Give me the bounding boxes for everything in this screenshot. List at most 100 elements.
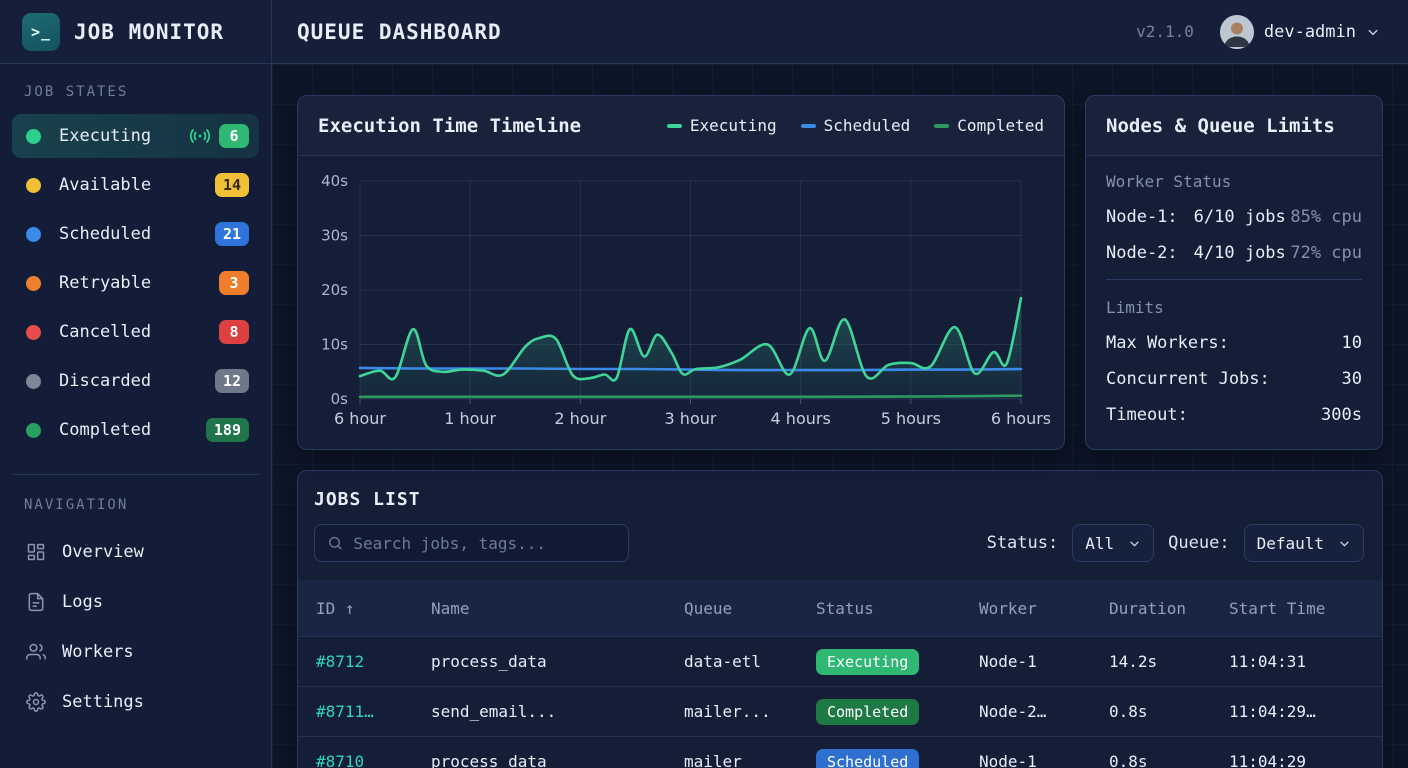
series-line-completed [358, 394, 1023, 399]
job-id-link[interactable]: #8712 [316, 652, 364, 671]
timeline-chart: 0s 10s 20s 30s 40s 6 hour 1 hour 2 hour 3 hour 4 … [321, 172, 1050, 428]
worker-status-list: Node-1: 6/10 jobs 85% cpu Node-2: 4/10 jobs 7… [1106, 207, 1362, 263]
svg-text:30s: 30s [321, 227, 348, 245]
state-count-badge: 12 [214, 369, 249, 393]
legend-color-dash [666, 123, 682, 128]
column-header-starttime[interactable]: Start Time [1229, 599, 1382, 618]
state-color-dot [26, 177, 41, 193]
table-cell: process_data [431, 752, 547, 768]
table-row[interactable]: #8711… send_email... mailer... Completed Nod… [298, 686, 1382, 736]
username-label: dev-admin [1263, 21, 1356, 42]
table-cell: 0.8s [1109, 702, 1148, 721]
navigation-list: Overview Logs Workers Settings [12, 527, 259, 727]
state-label: Executing [59, 126, 152, 146]
legend-color-dash [934, 123, 950, 128]
nav-item-label: Workers [62, 642, 134, 662]
queue-filter-value: Default [1256, 533, 1324, 553]
terminal-logo-icon: >_ [22, 12, 60, 51]
chevron-down-icon [1368, 29, 1378, 35]
limit-value: 300s [1321, 405, 1362, 425]
search-box [314, 524, 629, 562]
limit-label: Timeout: [1106, 405, 1188, 425]
search-input[interactable] [353, 533, 616, 553]
state-count-badge: 14 [214, 173, 249, 197]
job-states-list: Executing 6 Available 14 Scheduled 21 Retryabl… [12, 114, 259, 452]
jobs-list-title: JOBS LIST [314, 489, 421, 510]
chart-legend: Executing Scheduled Completed [666, 116, 1044, 135]
divider [1106, 279, 1362, 280]
gear-icon [26, 692, 46, 712]
jobs-list-card: JOBS LIST Status: All Queue: Default ID [297, 470, 1383, 768]
state-label: Cancelled [59, 322, 152, 342]
svg-text:6 hours: 6 hours [991, 409, 1050, 428]
sidebar-item-logs[interactable]: Logs [12, 577, 259, 627]
state-color-dot [26, 422, 41, 438]
legend-item-completed[interactable]: Completed [934, 116, 1044, 135]
table-cell: data-etl [684, 652, 762, 671]
table-cell: Node-2… [979, 702, 1047, 721]
state-color-dot [26, 275, 41, 291]
navigation-section-title: NAVIGATION [24, 497, 129, 513]
sidebar-item-executing[interactable]: Executing 6 [12, 114, 259, 158]
column-header-queue[interactable]: Queue [684, 599, 816, 618]
svg-text:6 hour: 6 hour [334, 409, 386, 428]
timeline-card-title: Execution Time Timeline [318, 114, 582, 137]
status-filter-label: Status: [986, 533, 1059, 553]
sidebar-item-workers[interactable]: Workers [12, 627, 259, 677]
queue-filter-select[interactable]: Default [1243, 524, 1364, 562]
legend-item-executing[interactable]: Executing [666, 116, 777, 135]
timeline-card: Execution Time Timeline Executing Schedul… [297, 95, 1065, 450]
worker-status-row: Node-1: 6/10 jobs 85% cpu [1106, 207, 1362, 227]
state-label: Available [59, 175, 152, 195]
column-header-name[interactable]: Name [431, 599, 684, 618]
svg-text:2 hour: 2 hour [554, 409, 606, 428]
sidebar-item-settings[interactable]: Settings [12, 677, 259, 727]
user-menu[interactable]: dev-admin [1208, 14, 1380, 49]
column-header-status[interactable]: Status [816, 599, 979, 618]
table-cell: process_data [431, 652, 547, 671]
limit-value: 10 [1341, 333, 1362, 353]
legend-label: Executing [689, 116, 777, 135]
state-label: Scheduled [59, 224, 152, 244]
table-cell: mailer... [684, 702, 771, 721]
worker-cpu: 85% cpu [1290, 207, 1362, 227]
limits-list: Max Workers: 10 Concurrent Jobs: 30 Timeout:… [1106, 333, 1362, 425]
svg-text:1 hour: 1 hour [444, 409, 496, 428]
sidebar-item-cancelled[interactable]: Cancelled 8 [12, 310, 259, 354]
chevron-down-icon [1130, 540, 1139, 547]
table-row[interactable]: #8710 process_data mailer Scheduled Node-1 0.… [298, 736, 1382, 768]
column-header-id[interactable]: ID ↑ [316, 599, 431, 618]
column-header-worker[interactable]: Worker [979, 599, 1109, 618]
state-color-dot [26, 128, 41, 144]
queue-filter-label: Queue: [1168, 533, 1230, 553]
sidebar-item-scheduled[interactable]: Scheduled 21 [12, 212, 259, 256]
svg-text:10s: 10s [321, 336, 348, 354]
job-id-link[interactable]: #8711… [316, 702, 374, 721]
legend-label: Scheduled [823, 116, 911, 135]
sidebar-item-discarded[interactable]: Discarded 12 [12, 359, 259, 403]
table-cell: 11:04:29 [1229, 752, 1307, 768]
sidebar-item-retryable[interactable]: Retryable 3 [12, 261, 259, 305]
table-cell: 14.2s [1109, 652, 1158, 671]
nav-item-label: Overview [62, 542, 144, 562]
status-filter-select[interactable]: All [1072, 524, 1155, 562]
table-cell: 11:04:29… [1229, 702, 1316, 721]
people-icon [26, 642, 46, 662]
svg-text:0s: 0s [331, 390, 349, 408]
state-count-badge: 8 [219, 320, 249, 344]
nodes-limits-card: Nodes & Queue Limits Worker Status Node-… [1085, 95, 1383, 450]
job-states-section-title: JOB STATES [24, 84, 129, 100]
sidebar-item-available[interactable]: Available 14 [12, 163, 259, 207]
document-icon [26, 592, 46, 612]
column-header-duration[interactable]: Duration [1109, 599, 1229, 618]
sidebar-item-completed[interactable]: Completed 189 [12, 408, 259, 452]
table-cell: Node-1 [979, 652, 1037, 671]
sidebar-item-overview[interactable]: Overview [12, 527, 259, 577]
table-row[interactable]: #8712 process_data data-etl Executing Node-1… [298, 636, 1382, 686]
top-bar: >_ JOB MONITOR QUEUE DASHBOARD v2.1.0 de… [0, 0, 1408, 64]
job-id-link[interactable]: #8710 [316, 752, 364, 768]
state-count-badge: 21 [214, 222, 249, 246]
legend-item-scheduled[interactable]: Scheduled [800, 116, 911, 135]
sidebar: JOB STATES Executing 6 Available 14 Schedule… [0, 64, 272, 768]
nodes-card-title: Nodes & Queue Limits [1106, 114, 1335, 137]
